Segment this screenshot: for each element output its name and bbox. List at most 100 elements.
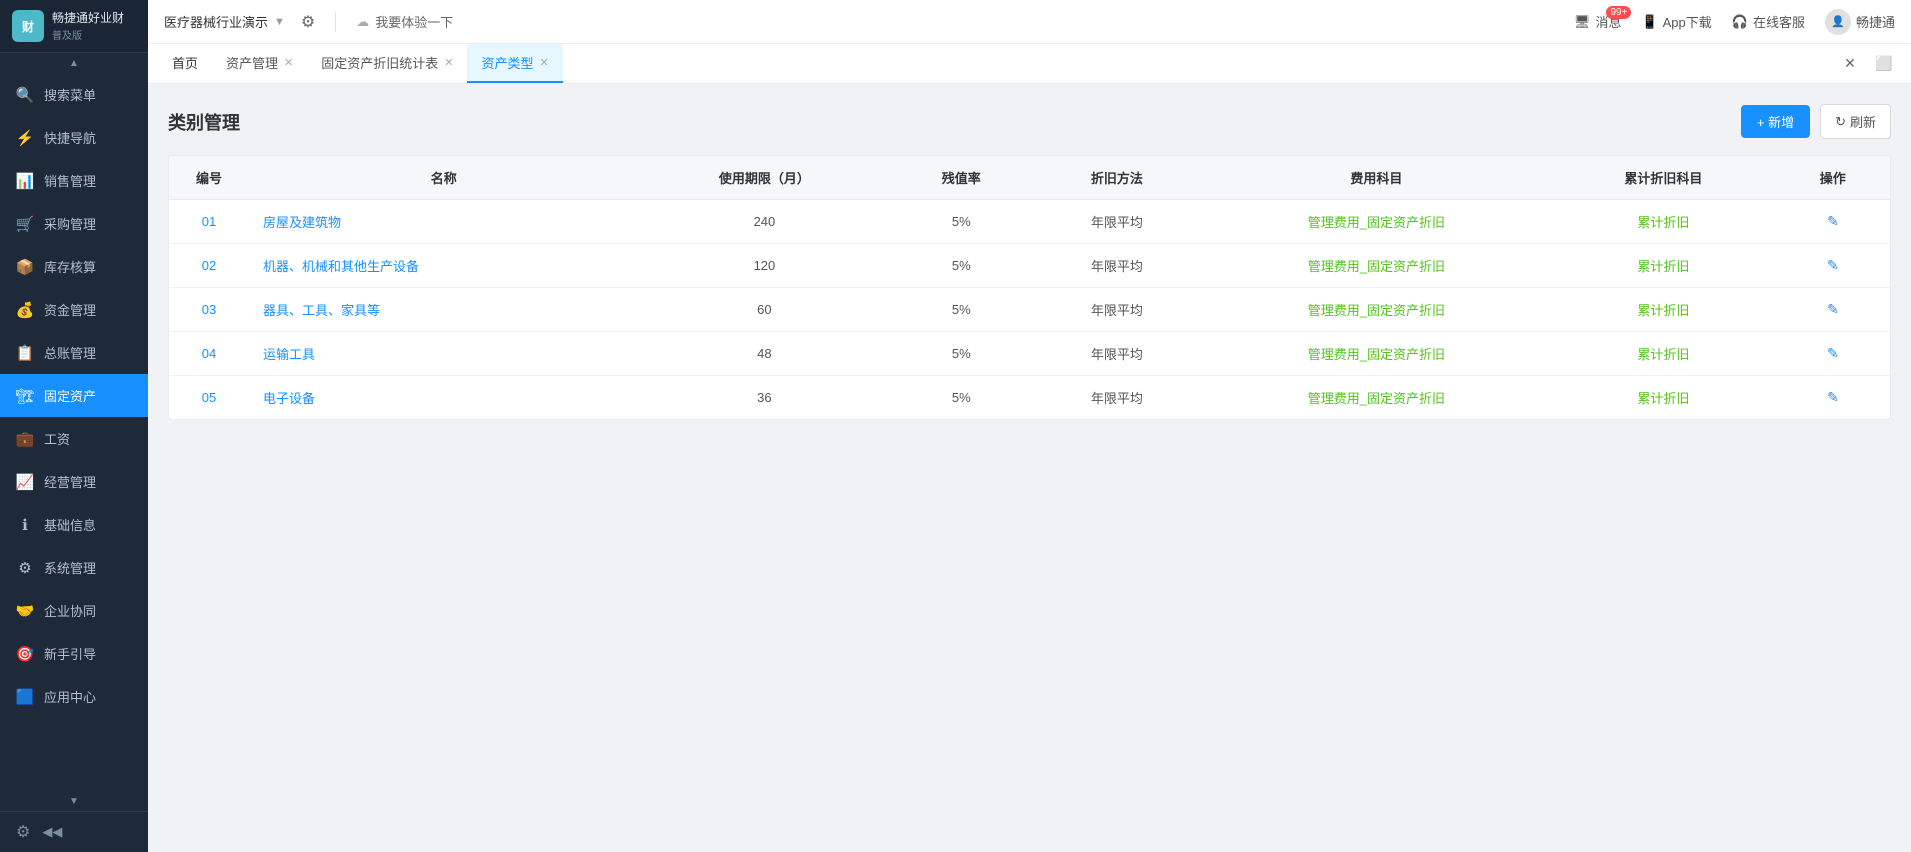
- collapse-icon[interactable]: ◀◀: [42, 824, 62, 840]
- tab-actions: ✕ ⬜: [1837, 44, 1901, 83]
- tab-asset-type-label: 资产类型: [481, 53, 533, 72]
- sidebar-item-label-search: 搜索菜单: [44, 85, 96, 104]
- sidebar-item-guide[interactable]: 🎯新手引导: [0, 632, 148, 675]
- refresh-icon: ↻: [1835, 114, 1846, 130]
- cell-name: 器具、工具、家具等: [249, 288, 638, 332]
- cell-period: 60: [638, 288, 890, 332]
- cell-method: 年限平均: [1032, 376, 1201, 420]
- settings-icon[interactable]: ⚙: [16, 822, 30, 842]
- payroll-icon: 💼: [16, 430, 34, 448]
- cell-residual: 5%: [890, 376, 1032, 420]
- refresh-button[interactable]: ↻ 刷新: [1820, 104, 1891, 139]
- page-header: 类别管理 + 新增 ↻ 刷新: [168, 104, 1891, 139]
- cell-action[interactable]: ✎: [1776, 288, 1890, 332]
- tab-home[interactable]: 首页: [158, 44, 212, 83]
- app-download-button[interactable]: 📱 App下载: [1641, 12, 1711, 31]
- sidebar-item-label-apps: 应用中心: [44, 687, 96, 706]
- sidebar-item-apps[interactable]: 🟦 应用中心: [0, 675, 148, 718]
- tab-expand-action[interactable]: ⬜: [1871, 51, 1897, 77]
- avatar: 👤: [1825, 9, 1851, 35]
- headset-icon: 🎧: [1732, 14, 1748, 30]
- sidebar-item-fixed-assets[interactable]: 🏗固定资产: [0, 374, 148, 417]
- col-accum: 累计折旧科目: [1551, 156, 1775, 200]
- sidebar-item-label-funds: 资金管理: [44, 300, 96, 319]
- sidebar-item-purchase[interactable]: 🛒采购管理: [0, 202, 148, 245]
- cell-accum: 累计折旧: [1551, 376, 1775, 420]
- cell-action[interactable]: ✎: [1776, 200, 1890, 244]
- cell-name: 房屋及建筑物: [249, 200, 638, 244]
- sidebar-item-basic-info[interactable]: ℹ基础信息: [0, 503, 148, 546]
- tab-asset-type[interactable]: 资产类型 ✕: [467, 44, 562, 83]
- table-row: 05 电子设备 36 5% 年限平均 管理费用_固定资产折旧 累计折旧 ✎: [169, 376, 1890, 420]
- tab-close-action[interactable]: ✕: [1837, 51, 1863, 77]
- sidebar-bottom: ⚙ ◀◀: [0, 811, 148, 852]
- cell-period: 36: [638, 376, 890, 420]
- sidebar-item-funds[interactable]: 💰 资金管理: [0, 288, 148, 331]
- username: 畅捷通: [1856, 12, 1895, 31]
- sidebar-item-label-operations: 经营管理: [44, 472, 96, 491]
- cell-expense: 管理费用_固定资产折旧: [1202, 376, 1552, 420]
- messages-button[interactable]: 🖥 消息 99+: [1574, 12, 1622, 31]
- topbar-gear-icon[interactable]: ⚙: [301, 12, 315, 32]
- cell-action[interactable]: ✎: [1776, 376, 1890, 420]
- online-service-button[interactable]: 🎧 在线客服: [1732, 12, 1805, 31]
- sidebar-item-label-inventory: 库存核算: [44, 257, 96, 276]
- mobile-icon: 📱: [1641, 14, 1657, 30]
- basic-info-icon: ℹ: [16, 516, 34, 534]
- app-logo: 财 畅捷通好业财 普及版: [0, 0, 148, 53]
- cell-id: 01: [169, 200, 249, 244]
- sales-icon: 📊: [16, 172, 34, 190]
- sidebar: 财 畅捷通好业财 普及版 ▲ 🔍搜索菜单 ⚡ 快捷导航 📊销售管理🛒采购管理 📦 库存核算…: [0, 0, 148, 852]
- logo-sub: 普及版: [52, 27, 124, 42]
- sidebar-item-ledger[interactable]: 📋总账管理: [0, 331, 148, 374]
- sidebar-scroll-down[interactable]: ▼: [0, 791, 148, 811]
- col-expense: 费用科目: [1202, 156, 1552, 200]
- col-id: 编号: [169, 156, 249, 200]
- new-button[interactable]: + 新增: [1741, 105, 1810, 138]
- col-method: 折旧方法: [1032, 156, 1201, 200]
- sidebar-item-label-fixed-assets: 固定资产: [44, 386, 96, 405]
- col-action: 操作: [1776, 156, 1890, 200]
- tab-fixed-asset-table[interactable]: 固定资产折旧统计表 ✕: [307, 44, 467, 83]
- cell-name: 机器、机械和其他生产设备: [249, 244, 638, 288]
- guide-icon: 🎯: [16, 645, 34, 663]
- tab-fixed-asset-table-close[interactable]: ✕: [444, 56, 453, 69]
- sidebar-item-operations[interactable]: 📈经营管理: [0, 460, 148, 503]
- cell-method: 年限平均: [1032, 332, 1201, 376]
- user-menu[interactable]: 👤 畅捷通: [1825, 9, 1895, 35]
- tab-asset-mgmt[interactable]: 资产管理 ✕: [212, 44, 307, 83]
- sidebar-item-system[interactable]: ⚙系统管理: [0, 546, 148, 589]
- sidebar-item-inventory[interactable]: 📦 库存核算: [0, 245, 148, 288]
- cell-action[interactable]: ✎: [1776, 244, 1890, 288]
- cell-action[interactable]: ✎: [1776, 332, 1890, 376]
- industry-arrow-icon: ▼: [274, 16, 285, 28]
- cell-id: 04: [169, 332, 249, 376]
- cell-method: 年限平均: [1032, 200, 1201, 244]
- cell-residual: 5%: [890, 244, 1032, 288]
- apps-icon: 🟦: [16, 688, 34, 706]
- cell-expense: 管理费用_固定资产折旧: [1202, 332, 1552, 376]
- sidebar-scroll-up[interactable]: ▲: [0, 53, 148, 73]
- col-residual: 残值率: [890, 156, 1032, 200]
- cell-id: 05: [169, 376, 249, 420]
- inventory-icon: 📦: [16, 258, 34, 276]
- quick-nav-icon: ⚡: [16, 129, 34, 147]
- sidebar-item-search[interactable]: 🔍搜索菜单: [0, 73, 148, 116]
- sidebar-item-quick-nav[interactable]: ⚡ 快捷导航: [0, 116, 148, 159]
- sidebar-item-collab[interactable]: 🤝企业协同: [0, 589, 148, 632]
- tab-asset-type-close[interactable]: ✕: [540, 56, 549, 69]
- sidebar-item-label-purchase: 采购管理: [44, 214, 96, 233]
- trial-button[interactable]: ☁ 我要体验一下: [356, 12, 453, 31]
- cell-period: 48: [638, 332, 890, 376]
- cell-accum: 累计折旧: [1551, 200, 1775, 244]
- industry-selector[interactable]: 医疗器械行业演示 ▼: [164, 12, 285, 31]
- funds-icon: 💰: [16, 301, 34, 319]
- tab-asset-mgmt-close[interactable]: ✕: [284, 56, 293, 69]
- sidebar-item-label-quick-nav: 快捷导航: [44, 128, 96, 147]
- sidebar-item-sales[interactable]: 📊销售管理: [0, 159, 148, 202]
- cell-name: 运输工具: [249, 332, 638, 376]
- logo-text: 畅捷通好业财: [52, 10, 124, 27]
- sidebar-item-payroll[interactable]: 💼工资: [0, 417, 148, 460]
- cell-residual: 5%: [890, 288, 1032, 332]
- sidebar-item-label-system: 系统管理: [44, 558, 96, 577]
